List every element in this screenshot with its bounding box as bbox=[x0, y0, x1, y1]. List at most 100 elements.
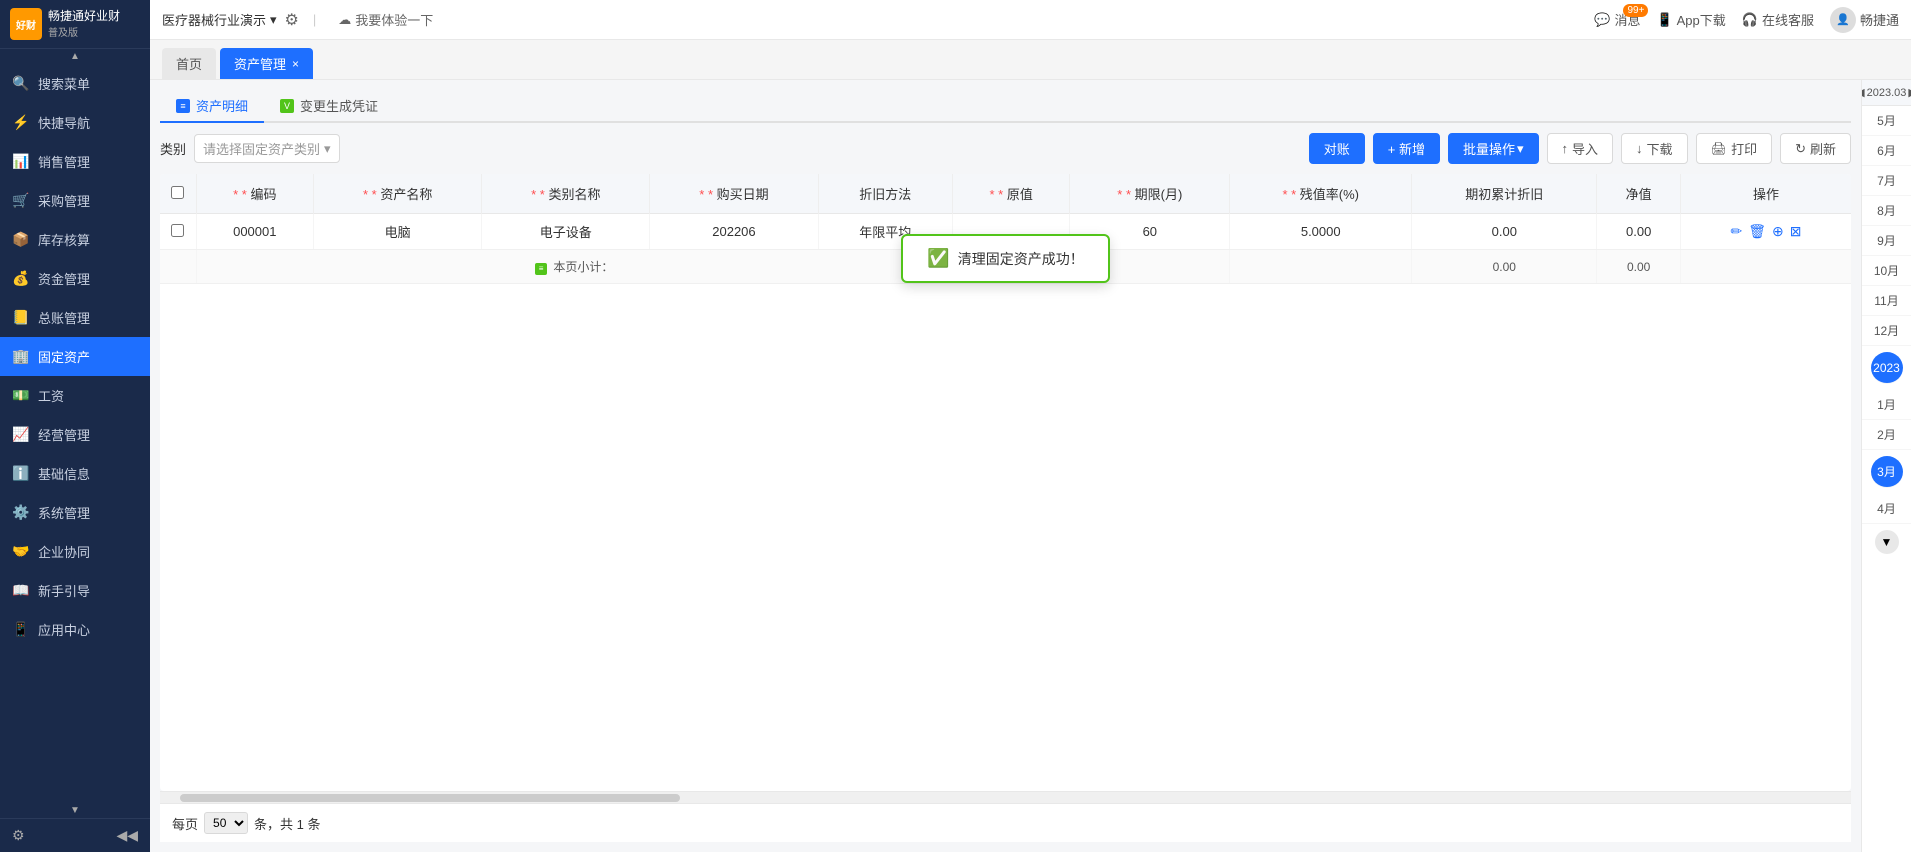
messages-button[interactable]: 💬 消息 99+ bbox=[1594, 10, 1640, 29]
panel-down-icon[interactable]: ▼ bbox=[1875, 530, 1899, 554]
refresh-icon: ↻ bbox=[1795, 141, 1806, 157]
refresh-button[interactable]: ↻ 刷新 bbox=[1780, 133, 1851, 164]
year-2023[interactable]: 2023 bbox=[1871, 352, 1903, 384]
basic-info-icon: ℹ️ bbox=[12, 465, 30, 483]
sidebar-item-system[interactable]: ⚙️ 系统管理 bbox=[0, 493, 150, 532]
sidebar-scroll-down[interactable]: ▼ bbox=[0, 803, 150, 818]
subtotal-initial: 0.00 bbox=[1412, 250, 1597, 284]
month-4[interactable]: 4月 bbox=[1862, 494, 1911, 524]
tab-asset-management[interactable]: 资产管理 × bbox=[220, 48, 313, 79]
edit-icon[interactable]: ✏ bbox=[1731, 223, 1743, 240]
month-2[interactable]: 2月 bbox=[1862, 420, 1911, 450]
month-5[interactable]: 5月 bbox=[1862, 106, 1911, 136]
sidebar-item-guide[interactable]: 📖 新手引导 bbox=[0, 571, 150, 610]
th-code: * 编码 bbox=[196, 174, 314, 214]
cell-category: 电子设备 bbox=[482, 214, 650, 250]
sidebar-item-app-center[interactable]: 📱 应用中心 bbox=[0, 610, 150, 649]
import-icon: ↑ bbox=[1562, 141, 1569, 156]
app-logo-text: 畅捷通好业财 普及版 bbox=[48, 9, 120, 40]
app-download-button[interactable]: 📱 App下载 bbox=[1656, 10, 1725, 29]
chevron-down-icon: ▾ bbox=[270, 12, 277, 28]
per-page-select[interactable]: 50 bbox=[204, 812, 248, 834]
sidebar-item-search[interactable]: 🔍 搜索菜单 bbox=[0, 64, 150, 103]
experience-button[interactable]: ☁ 我要体验一下 bbox=[338, 10, 433, 29]
subtotal-original: 0.00 bbox=[952, 250, 1070, 284]
row-checkbox-cell[interactable] bbox=[160, 214, 196, 250]
sidebar-item-enterprise[interactable]: 🤝 企业协同 bbox=[0, 532, 150, 571]
message-icon: 💬 bbox=[1594, 12, 1610, 28]
pagination-bar: 每页 50 条，共 1 条 bbox=[160, 803, 1851, 842]
cell-depreciation-method: 年限平均 bbox=[818, 214, 952, 250]
tabbar: 首页 资产管理 × bbox=[150, 40, 1911, 80]
left-arrow-icon[interactable]: ◀ bbox=[1861, 86, 1865, 99]
sidebar-item-basic-info[interactable]: ℹ️ 基础信息 bbox=[0, 454, 150, 493]
right-panel: ◀ 2023.03 ▶ 5月 6月 7月 8月 9月 10月 11月 12月 2… bbox=[1861, 80, 1911, 852]
th-original-value: * 原值 bbox=[952, 174, 1070, 214]
batch-ops-button[interactable]: 批量操作 ▾ bbox=[1448, 133, 1539, 164]
system-icon: ⚙️ bbox=[12, 504, 30, 522]
sidebar-scroll-up[interactable]: ▲ bbox=[0, 49, 150, 64]
sidebar-item-quick-nav[interactable]: ⚡ 快捷导航 bbox=[0, 103, 150, 142]
sidebar-logo: 好财 畅捷通好业财 普及版 bbox=[0, 0, 150, 49]
more-icon[interactable]: ⊠ bbox=[1790, 223, 1802, 240]
search-icon: 🔍 bbox=[12, 75, 30, 93]
cell-actions: ✏ 🗑 ⊕ ⊠ bbox=[1681, 214, 1851, 250]
sidebar-item-operations[interactable]: 📈 经营管理 bbox=[0, 415, 150, 454]
month-7[interactable]: 7月 bbox=[1862, 166, 1911, 196]
sidebar-item-inventory[interactable]: 📦 库存核算 bbox=[0, 220, 150, 259]
user-menu[interactable]: 👤 畅捷通 bbox=[1830, 7, 1899, 33]
cell-name: 电脑 bbox=[314, 214, 482, 250]
reconcile-button[interactable]: 对账 bbox=[1309, 133, 1365, 164]
print-button[interactable]: 🖨 打印 bbox=[1696, 133, 1773, 164]
year-month-display: 2023.03 bbox=[1867, 87, 1907, 99]
inner-tab-asset-detail[interactable]: ≡ 资产明细 bbox=[160, 90, 264, 123]
horizontal-scrollbar[interactable] bbox=[160, 791, 1851, 803]
month-9[interactable]: 9月 bbox=[1862, 226, 1911, 256]
inner-tab-change-voucher[interactable]: V 变更生成凭证 bbox=[264, 90, 394, 123]
tab-home[interactable]: 首页 bbox=[162, 48, 216, 79]
new-button[interactable]: + 新增 bbox=[1373, 133, 1440, 164]
delete-icon[interactable]: 🗑 bbox=[1748, 223, 1766, 240]
download-icon: 📱 bbox=[1656, 12, 1672, 28]
month-8[interactable]: 8月 bbox=[1862, 196, 1911, 226]
sidebar-item-payroll[interactable]: 💵 工资 bbox=[0, 376, 150, 415]
scrollbar-thumb[interactable] bbox=[180, 794, 680, 802]
sidebar-item-sales[interactable]: 📊 销售管理 bbox=[0, 142, 150, 181]
messages-badge: 99+ bbox=[1623, 4, 1648, 17]
collapse-icon[interactable]: ◀◀ bbox=[116, 827, 138, 844]
online-service-button[interactable]: 🎧 在线客服 bbox=[1742, 10, 1814, 29]
sidebar-item-purchase[interactable]: 🛒 采购管理 bbox=[0, 181, 150, 220]
category-filter[interactable]: 请选择固定资产类别 ▾ bbox=[194, 134, 340, 163]
change-voucher-tab-icon: V bbox=[280, 99, 294, 113]
separator: | bbox=[313, 12, 316, 27]
cloud-icon: ☁ bbox=[338, 12, 351, 28]
sidebar-item-ledger[interactable]: 📒 总账管理 bbox=[0, 298, 150, 337]
category-placeholder: 请选择固定资产类别 bbox=[203, 139, 320, 158]
inner-tabbar: ≡ 资产明细 V 变更生成凭证 bbox=[160, 90, 1851, 123]
select-all-header[interactable] bbox=[160, 174, 196, 214]
month-12[interactable]: 12月 bbox=[1862, 316, 1911, 346]
quick-nav-icon: ⚡ bbox=[12, 114, 30, 132]
operations-icon: 📈 bbox=[12, 426, 30, 444]
sidebar-item-finance[interactable]: 💰 资金管理 bbox=[0, 259, 150, 298]
row-action-icons: ✏ 🗑 ⊕ ⊠ bbox=[1689, 223, 1843, 240]
cell-purchase-date: 202206 bbox=[650, 214, 818, 250]
tab-close-icon[interactable]: × bbox=[292, 57, 299, 71]
settings-gear-icon[interactable]: ⚙ bbox=[285, 10, 299, 30]
batch-ops-arrow-icon: ▾ bbox=[1517, 141, 1524, 157]
month-1[interactable]: 1月 bbox=[1862, 390, 1911, 420]
copy-icon[interactable]: ⊕ bbox=[1772, 223, 1784, 240]
company-selector[interactable]: 医疗器械行业演示 ▾ bbox=[162, 10, 277, 29]
download-button[interactable]: ↓ 下载 bbox=[1621, 133, 1688, 164]
company-name: 医疗器械行业演示 bbox=[162, 10, 266, 29]
row-checkbox[interactable] bbox=[171, 224, 184, 237]
month-11[interactable]: 11月 bbox=[1862, 286, 1911, 316]
asset-table-wrapper: * 编码 * 资产名称 * 类别名称 * 购买日期 折旧方法 * 原值 * 期限… bbox=[160, 174, 1851, 791]
month-3-active[interactable]: 3月 bbox=[1871, 456, 1903, 488]
settings-icon[interactable]: ⚙ bbox=[12, 827, 25, 844]
import-button[interactable]: ↑ 导入 bbox=[1547, 133, 1614, 164]
sidebar-item-fixed-assets[interactable]: 🏢 固定资产 bbox=[0, 337, 150, 376]
month-6[interactable]: 6月 bbox=[1862, 136, 1911, 166]
month-10[interactable]: 10月 bbox=[1862, 256, 1911, 286]
select-all-checkbox[interactable] bbox=[171, 186, 184, 199]
